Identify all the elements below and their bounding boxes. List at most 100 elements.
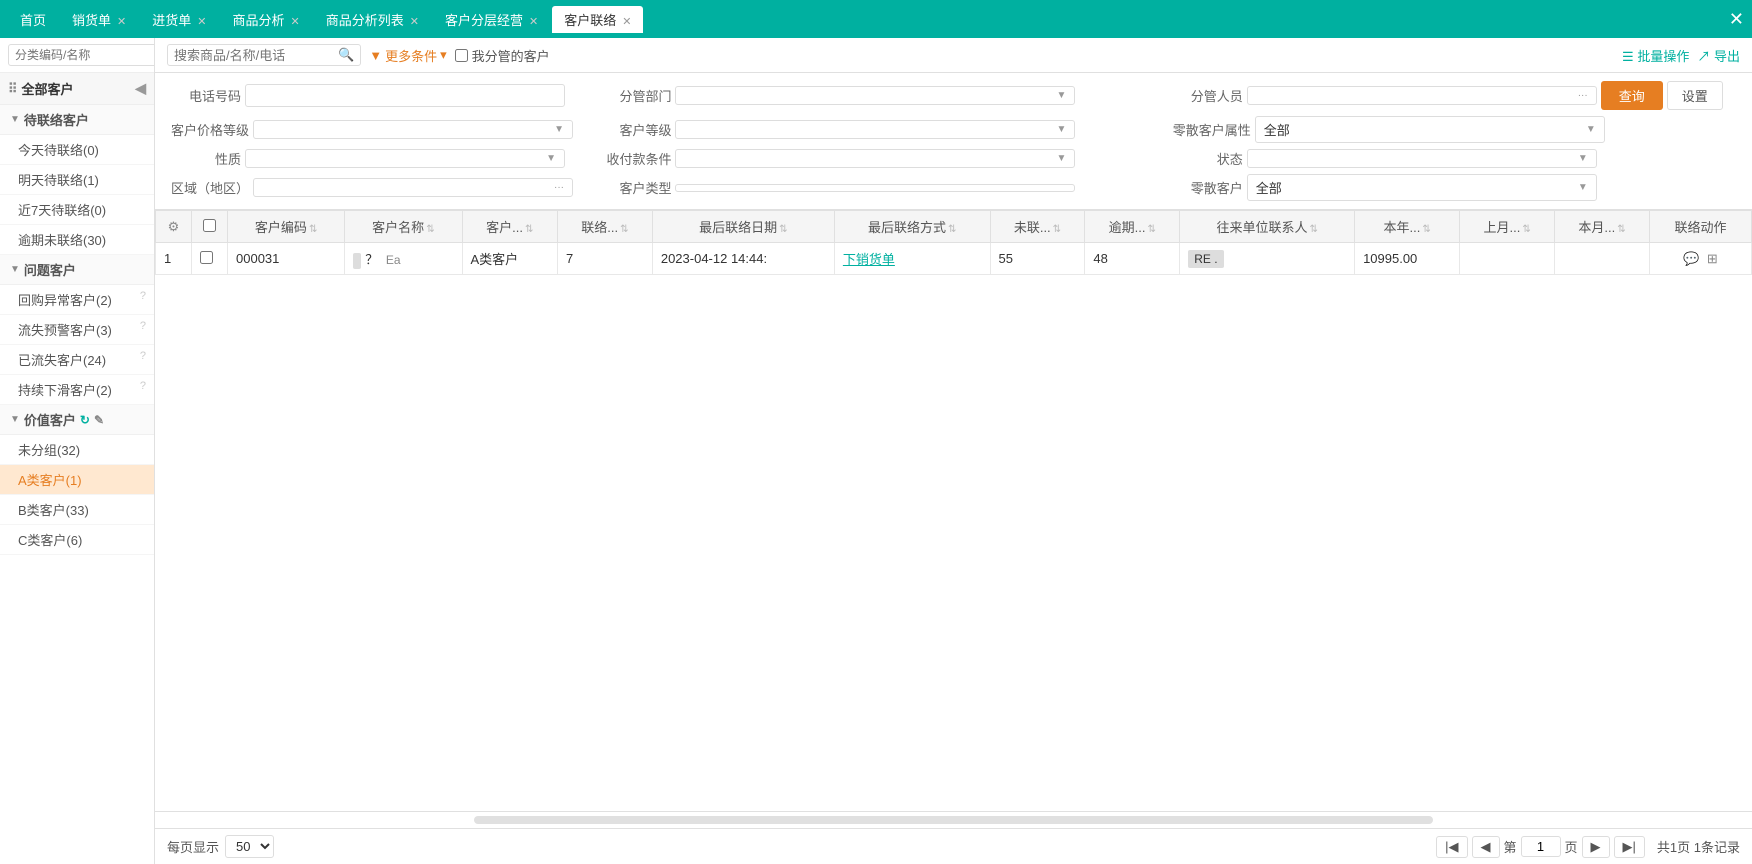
pay-select[interactable]: ▼: [675, 149, 1075, 168]
horizontal-scrollbar[interactable]: [474, 816, 1432, 824]
col-lastdate[interactable]: 最后联络日期⇅: [652, 211, 834, 243]
sidebar-item-tomorrow[interactable]: 明天待联络(1): [0, 165, 154, 195]
sort-icon-level[interactable]: ⇅: [525, 224, 533, 235]
last-page-btn[interactable]: ▶|: [1614, 836, 1645, 858]
my-customers-checkbox-wrap[interactable]: 我分管的客户: [455, 46, 550, 65]
area-select[interactable]: ···: [253, 178, 573, 197]
sidebar-group-pending[interactable]: ▼ 待联络客户: [0, 105, 154, 135]
col-gear[interactable]: ⚙: [156, 211, 192, 243]
col-code[interactable]: 客户编码⇅: [228, 211, 345, 243]
sidebar-item-churn-warning[interactable]: 流失预警客户(3) ?: [0, 315, 154, 345]
sidebar-item-ungrouped[interactable]: 未分组(32): [0, 435, 154, 465]
cell-actions[interactable]: 💬 ⊞: [1649, 243, 1751, 275]
close-tab-productanalysis[interactable]: ✕: [291, 16, 300, 28]
search-input[interactable]: [174, 48, 334, 63]
nav-tab-customercontact[interactable]: 客户联络✕: [552, 6, 643, 33]
dept-select[interactable]: ▼: [675, 86, 1075, 105]
customer-name[interactable]: ？: [365, 252, 378, 267]
nature-select[interactable]: ▼: [245, 149, 565, 168]
sort-icon-code[interactable]: ⇅: [309, 224, 317, 235]
sidebar-item-repurchase-abnormal[interactable]: 回购异常客户(2) ?: [0, 285, 154, 315]
sidebar-item-declining[interactable]: 持续下滑客户(2) ?: [0, 375, 154, 405]
person-select[interactable]: ···: [1247, 86, 1597, 105]
sidebar-group-problem[interactable]: ▼ 问题客户: [0, 255, 154, 285]
filter-more-btn[interactable]: ▼ 更多条件 ▾: [369, 46, 446, 65]
type-select[interactable]: [675, 184, 1075, 192]
window-close-button[interactable]: ✕: [1729, 9, 1744, 30]
close-tab-customercontact[interactable]: ✕: [622, 16, 631, 28]
sidebar-item-7days[interactable]: 近7天待联络(0): [0, 195, 154, 225]
sidebar-collapse-btn[interactable]: ◀: [135, 80, 146, 97]
per-page-select[interactable]: 50: [225, 835, 274, 858]
status-select[interactable]: ▼: [1247, 149, 1597, 168]
col-level[interactable]: 客户...⇅: [462, 211, 558, 243]
col-thisyear[interactable]: 本年...⇅: [1355, 211, 1460, 243]
query-button[interactable]: 查询: [1601, 81, 1663, 110]
table-gear-icon[interactable]: ⚙: [168, 219, 180, 234]
help-icon-2[interactable]: ?: [140, 320, 146, 332]
level-select[interactable]: ▼: [675, 120, 1075, 139]
batch-op-btn[interactable]: ☰ 批量操作: [1622, 46, 1689, 65]
cell-lastmethod[interactable]: 下销货单: [834, 243, 990, 275]
scroll-bar-area[interactable]: [155, 811, 1752, 828]
page-input[interactable]: [1521, 836, 1561, 857]
help-icon-4[interactable]: ?: [140, 380, 146, 392]
retail2-select[interactable]: 全部▼: [1247, 174, 1597, 201]
last-method-link[interactable]: 下销货单: [843, 252, 895, 267]
sort-icon-thisyear[interactable]: ⇅: [1422, 224, 1430, 235]
sort-icon-contact-person[interactable]: ⇅: [1309, 224, 1317, 235]
cell-checkbox[interactable]: [192, 243, 228, 275]
col-name[interactable]: 客户名称⇅: [345, 211, 462, 243]
refresh-icon[interactable]: ↻: [80, 413, 90, 427]
first-page-btn[interactable]: |◀: [1436, 836, 1467, 858]
close-tab-customersegment[interactable]: ✕: [529, 16, 538, 28]
action-msg-icon[interactable]: 💬: [1683, 251, 1699, 266]
sort-icon-lastmethod[interactable]: ⇅: [948, 224, 956, 235]
my-customers-checkbox[interactable]: [455, 49, 468, 62]
sidebar-search-input[interactable]: [8, 44, 155, 66]
close-tab-salesorder[interactable]: ✕: [117, 16, 126, 28]
select-all-checkbox[interactable]: [203, 219, 216, 232]
close-tab-purchaseorder[interactable]: ✕: [197, 16, 206, 28]
sort-icon-lastmonth[interactable]: ⇅: [1522, 224, 1530, 235]
help-icon-3[interactable]: ?: [140, 350, 146, 362]
nav-tab-productanalysislist[interactable]: 商品分析列表✕: [314, 6, 431, 33]
col-uncontacted[interactable]: 未联...⇅: [990, 211, 1085, 243]
cell-name[interactable]: ？ Ea: [345, 243, 462, 275]
phone-input[interactable]: [245, 84, 565, 107]
help-icon-1[interactable]: ?: [140, 290, 146, 302]
sidebar-item-classA[interactable]: A类客户(1): [0, 465, 154, 495]
edit-icon[interactable]: ✎: [94, 413, 104, 427]
col-lastmonth[interactable]: 上月...⇅: [1460, 211, 1555, 243]
sort-icon-overdue[interactable]: ⇅: [1148, 224, 1156, 235]
all-customers-header[interactable]: ⠿ 全部客户 ◀: [0, 73, 154, 105]
col-contacts[interactable]: 联络...⇅: [558, 211, 653, 243]
sort-icon-contacts[interactable]: ⇅: [620, 224, 628, 235]
sort-icon-lastdate[interactable]: ⇅: [779, 224, 787, 235]
search-icon[interactable]: 🔍: [338, 47, 354, 63]
sort-icon-name[interactable]: ⇅: [426, 224, 434, 235]
prev-page-btn[interactable]: ◀: [1472, 836, 1500, 858]
settings-button[interactable]: 设置: [1667, 81, 1723, 110]
export-btn[interactable]: ↗ 导出: [1697, 46, 1740, 65]
col-contact-person[interactable]: 往来单位联系人⇅: [1180, 211, 1355, 243]
sidebar-item-today[interactable]: 今天待联络(0): [0, 135, 154, 165]
sidebar-group-value[interactable]: ▼ 价值客户 ↻ ✎: [0, 405, 154, 435]
price-level-select[interactable]: ▼: [253, 120, 573, 139]
col-thismonth[interactable]: 本月...⇅: [1555, 211, 1650, 243]
retail-attr-select[interactable]: 全部▼: [1255, 116, 1605, 143]
row-checkbox[interactable]: [200, 251, 213, 264]
sidebar-item-overdue[interactable]: 逾期未联络(30): [0, 225, 154, 255]
col-lastmethod[interactable]: 最后联络方式⇅: [834, 211, 990, 243]
sort-icon-uncontacted[interactable]: ⇅: [1053, 224, 1061, 235]
close-tab-productanalysislist[interactable]: ✕: [410, 16, 419, 28]
col-overdue[interactable]: 逾期...⇅: [1085, 211, 1180, 243]
col-checkbox[interactable]: [192, 211, 228, 243]
nav-tab-salesorder[interactable]: 销货单✕: [60, 6, 138, 33]
next-page-btn[interactable]: ▶: [1582, 836, 1610, 858]
nav-tab-customersegment[interactable]: 客户分层经营✕: [433, 6, 550, 33]
sort-icon-thismonth[interactable]: ⇅: [1617, 224, 1625, 235]
action-qr-icon[interactable]: ⊞: [1707, 251, 1718, 266]
nav-tab-productanalysis[interactable]: 商品分析✕: [220, 6, 311, 33]
sidebar-item-classB[interactable]: B类客户(33): [0, 495, 154, 525]
